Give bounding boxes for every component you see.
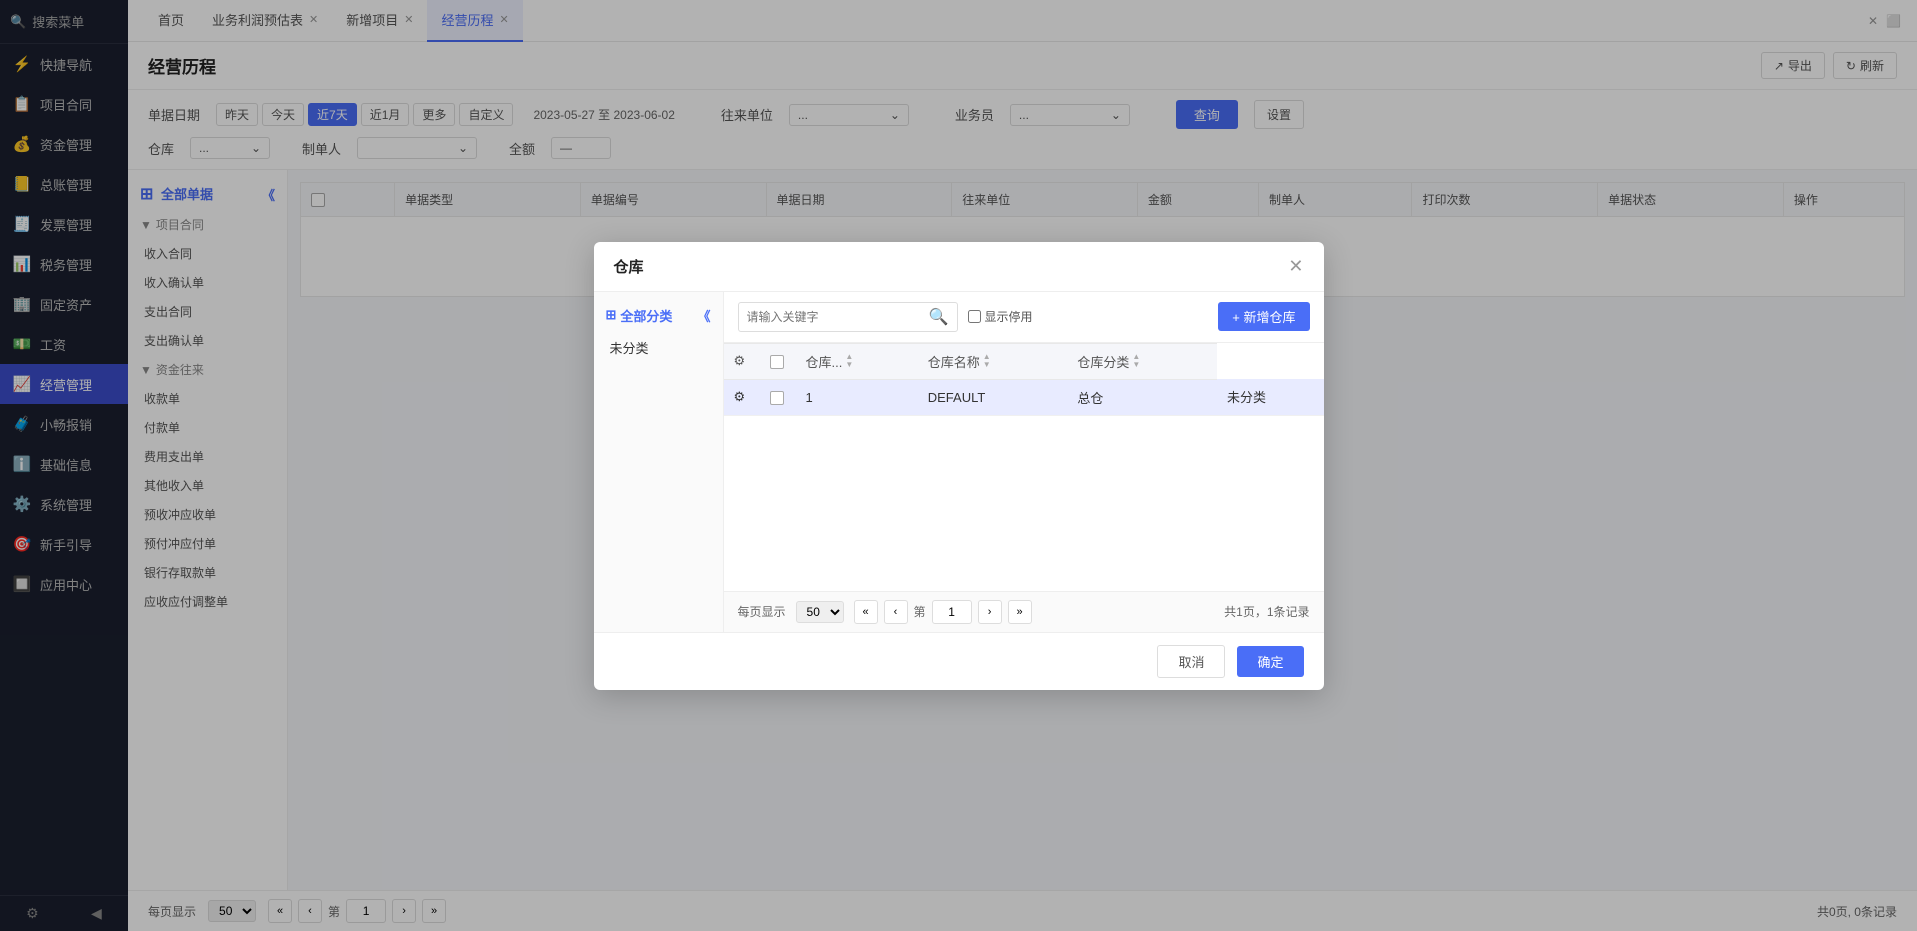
dialog-page-label: 第 [914, 603, 926, 620]
dialog-left-panel: ⊞ 全部分类 《 未分类 [594, 292, 724, 632]
th-code: 仓库... ▲▼ [796, 343, 918, 379]
dialog-page-size-label: 每页显示 [738, 603, 786, 620]
dialog-right-panel: 🔍 显示停用 + 新增仓库 ⚙ 仓 [724, 292, 1324, 632]
confirm-button[interactable]: 确定 [1237, 646, 1303, 677]
dialog-actions: 取消 确定 [594, 632, 1324, 690]
name-col-sort[interactable]: 仓库名称 ▲▼ [928, 352, 991, 371]
dialog-left-header: ⊞ 全部分类 《 [594, 300, 723, 331]
show-disabled-text: 显示停用 [985, 308, 1033, 325]
all-category-label: 全部分类 [620, 306, 672, 325]
dialog-table-wrap: ⚙ 仓库... ▲▼ 仓库名称 ▲ [724, 343, 1324, 591]
dialog-next-btn[interactable]: › [978, 600, 1002, 624]
dialog-header: 仓库 ✕ [594, 242, 1324, 292]
th-settings: ⚙ [724, 343, 760, 379]
dialog-close-button[interactable]: ✕ [1288, 256, 1303, 277]
dialog-page-size-select[interactable]: 50 [796, 601, 844, 623]
show-disabled-label[interactable]: 显示停用 [968, 308, 1033, 325]
row-select-checkbox[interactable] [770, 391, 784, 405]
table-row[interactable]: ⚙ 1 DEFAULT 总仓 未分类 [724, 379, 1324, 415]
code-col-sort[interactable]: 仓库... ▲▼ [806, 352, 854, 371]
dialog-collapse-icon[interactable]: 《 [697, 306, 710, 325]
cancel-button[interactable]: 取消 [1157, 645, 1225, 678]
row-name: 总仓 [1067, 379, 1217, 415]
dialog-select-all[interactable] [770, 355, 784, 369]
category-col-sort[interactable]: 仓库分类 ▲▼ [1077, 352, 1140, 371]
grid-icon: ⊞ [606, 307, 617, 323]
dialog-search-box[interactable]: 🔍 [738, 302, 958, 332]
row-settings-icon[interactable]: ⚙ [734, 389, 746, 404]
warehouse-table: ⚙ 仓库... ▲▼ 仓库名称 ▲ [724, 343, 1324, 416]
dialog-uncategorized[interactable]: 未分类 [594, 331, 723, 364]
dialog-body: ⊞ 全部分类 《 未分类 🔍 显示停用 + 新增仓库 [594, 292, 1324, 632]
warehouse-dialog: 仓库 ✕ ⊞ 全部分类 《 未分类 🔍 显示 [594, 242, 1324, 690]
sort-arrows-cat: ▲▼ [1132, 353, 1140, 369]
show-disabled-checkbox[interactable] [968, 310, 981, 323]
dialog-toolbar: 🔍 显示停用 + 新增仓库 [724, 292, 1324, 343]
th-name: 仓库名称 ▲▼ [918, 343, 1068, 379]
dialog-title: 仓库 [614, 256, 644, 277]
sort-arrows: ▲▼ [845, 353, 853, 369]
row-code: DEFAULT [918, 379, 1068, 415]
dialog-last-btn[interactable]: » [1008, 600, 1032, 624]
th-category: 仓库分类 ▲▼ [1067, 343, 1217, 379]
dialog-footer-bar: 每页显示 50 « ‹ 第 › » 共1页，1条记录 [724, 591, 1324, 632]
add-warehouse-button[interactable]: + 新增仓库 [1218, 302, 1309, 331]
dialog-page-input[interactable] [932, 600, 972, 624]
th-checkbox [760, 343, 796, 379]
search-icon: 🔍 [929, 307, 949, 327]
row-settings: ⚙ [724, 379, 760, 415]
row-checkbox [760, 379, 796, 415]
row-category: 未分类 [1217, 379, 1324, 415]
dialog-search-input[interactable] [747, 310, 923, 324]
row-id: 1 [796, 379, 918, 415]
dialog-pagination: « ‹ 第 › » [854, 600, 1032, 624]
dialog-first-btn[interactable]: « [854, 600, 878, 624]
sort-arrows-name: ▲▼ [983, 353, 991, 369]
dialog-prev-btn[interactable]: ‹ [884, 600, 908, 624]
dialog-total: 共1页，1条记录 [1224, 603, 1309, 620]
